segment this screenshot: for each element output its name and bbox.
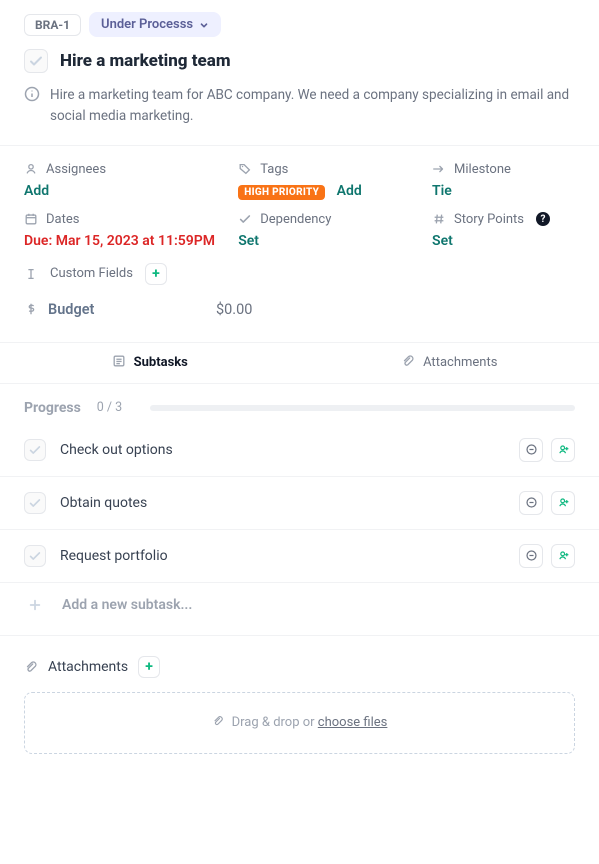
dependency-label: Dependency	[260, 212, 331, 227]
tab-subtasks[interactable]: Subtasks	[0, 343, 300, 383]
paperclip-icon	[24, 660, 38, 674]
chevron-down-icon	[199, 20, 209, 30]
subtask-title: Obtain quotes	[60, 495, 505, 511]
story-points-label: Story Points	[454, 212, 524, 227]
subtask-row[interactable]: Request portfolio	[0, 530, 599, 583]
plus-icon	[24, 598, 46, 612]
subtask-comment-button[interactable]	[519, 544, 543, 568]
subtask-assign-button[interactable]	[551, 438, 575, 462]
help-icon[interactable]: ?	[536, 212, 550, 226]
subtask-row[interactable]: Check out options	[0, 424, 599, 477]
status-label: Under Processs	[101, 17, 193, 32]
milestone-label: Milestone	[454, 162, 511, 177]
dates-label: Dates	[46, 212, 79, 227]
subtask-comment-button[interactable]	[519, 491, 543, 515]
status-dropdown[interactable]: Under Processs	[89, 12, 221, 37]
task-title[interactable]: Hire a marketing team	[60, 51, 231, 71]
priority-badge: HIGH PRIORITY	[238, 185, 325, 200]
assignees-label: Assignees	[46, 162, 106, 177]
choose-files-link[interactable]: choose files	[318, 715, 388, 730]
budget-label: Budget	[48, 301, 94, 318]
paperclip-icon	[212, 715, 224, 731]
task-description[interactable]: Hire a marketing team for ABC company. W…	[50, 85, 575, 127]
story-points-set-button[interactable]: Set	[432, 233, 575, 249]
progress-count: 0 / 3	[97, 400, 122, 415]
add-subtask-label: Add a new subtask...	[62, 597, 192, 613]
dependency-icon	[238, 212, 252, 226]
task-id-badge[interactable]: BRA-1	[24, 14, 81, 36]
calendar-icon	[24, 212, 38, 226]
hash-icon	[432, 212, 446, 226]
subtask-assign-button[interactable]	[551, 491, 575, 515]
complete-task-checkbox[interactable]	[24, 49, 48, 73]
tab-subtasks-label: Subtasks	[134, 355, 188, 370]
subtask-comment-button[interactable]	[519, 438, 543, 462]
budget-value[interactable]: $0.00	[216, 301, 252, 318]
person-icon	[24, 162, 38, 176]
fields-icon	[24, 267, 38, 281]
tab-attachments-label: Attachments	[423, 355, 497, 370]
progress-bar	[150, 405, 575, 411]
tag-icon	[238, 162, 252, 176]
add-attachment-button[interactable]: +	[138, 656, 160, 678]
assignees-add-button[interactable]: Add	[24, 183, 228, 199]
due-date[interactable]: Due: Mar 15, 2023 at 11:59PM	[24, 233, 228, 249]
add-subtask-button[interactable]: Add a new subtask...	[0, 583, 599, 636]
subtask-assign-button[interactable]	[551, 544, 575, 568]
subtask-checkbox[interactable]	[24, 439, 46, 461]
subtask-title: Check out options	[60, 442, 505, 458]
subtask-row[interactable]: Obtain quotes	[0, 477, 599, 530]
info-icon	[24, 86, 40, 127]
tab-attachments[interactable]: Attachments	[300, 343, 599, 383]
subtask-checkbox[interactable]	[24, 545, 46, 567]
dropzone-text: Drag & drop or	[232, 715, 318, 730]
paperclip-icon	[401, 354, 415, 372]
dependency-set-button[interactable]: Set	[238, 233, 422, 249]
tags-add-button[interactable]: Add	[337, 183, 362, 199]
subtask-title: Request portfolio	[60, 548, 505, 564]
add-custom-field-button[interactable]: +	[145, 263, 167, 285]
custom-fields-label: Custom Fields	[50, 266, 133, 281]
subtask-checkbox[interactable]	[24, 492, 46, 514]
milestone-value[interactable]: Tie	[432, 183, 575, 199]
attachments-label: Attachments	[48, 659, 128, 675]
attachment-dropzone[interactable]: Drag & drop or choose files	[24, 692, 575, 754]
milestone-icon	[432, 162, 446, 176]
dollar-icon	[24, 302, 38, 316]
tags-label: Tags	[260, 162, 288, 177]
list-icon	[112, 354, 126, 372]
progress-label: Progress	[24, 400, 81, 416]
